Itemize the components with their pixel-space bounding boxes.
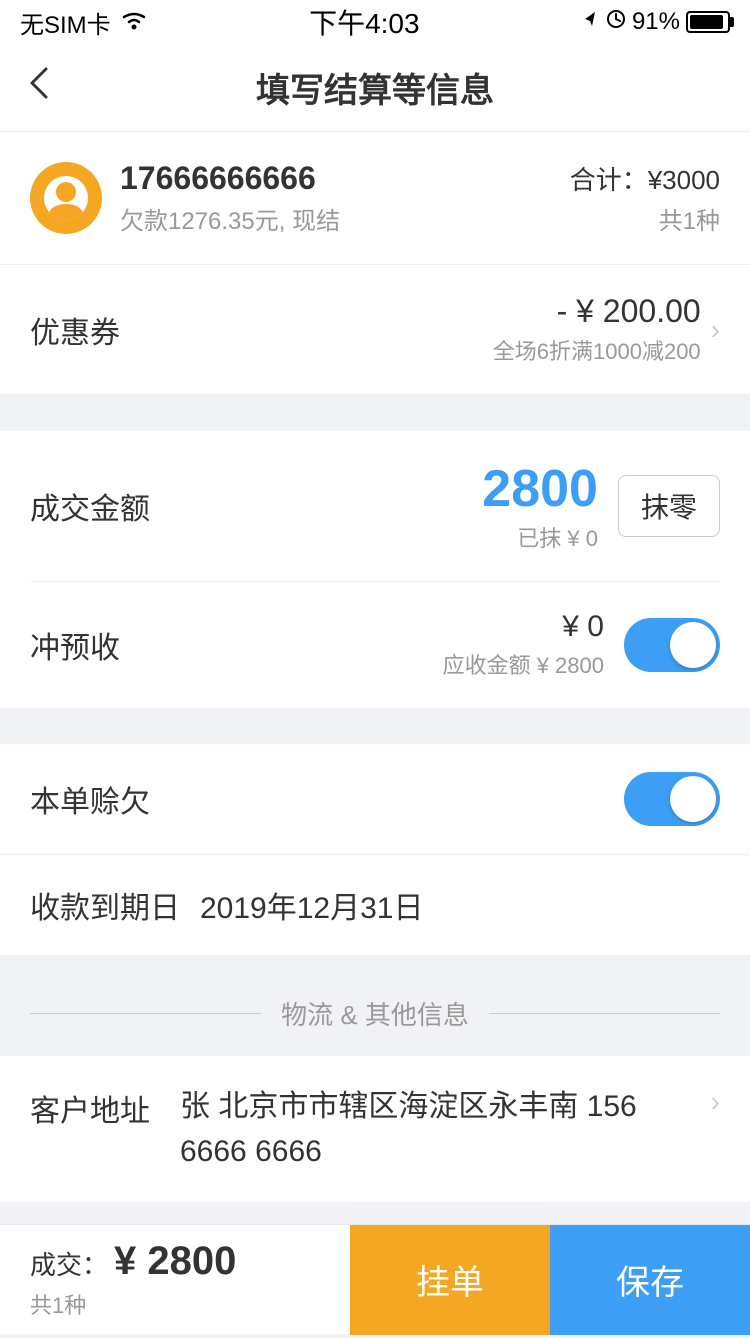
status-bar-left: 无SIM卡 [20, 5, 149, 40]
status-bar-time: 下午4:03 [309, 2, 420, 42]
coupon-discount: - ¥ 200.00 全场6折满1000减200 [493, 293, 701, 366]
user-info-card: 17666666666 欠款1276.35元, 现结 合计：¥3000 共1种 … [0, 132, 750, 395]
bottom-summary: 成交： ¥ 2800 共1种 [0, 1239, 350, 1320]
location-icon [580, 8, 600, 36]
amount-label: 成交金额 [30, 484, 150, 528]
back-button[interactable] [28, 65, 50, 110]
user-phone: 17666666666 [120, 160, 340, 197]
prepay-value: ¥ 0 [443, 610, 604, 644]
prepay-right: ¥ 0 应收金额 ¥ 2800 [443, 610, 720, 680]
amount-sub: 已抹 ¥ 0 [482, 521, 598, 553]
address-value: 张 北京市市辖区海淀区永丰南 156 6666 6666 [160, 1084, 701, 1174]
toggle-knob [670, 622, 716, 668]
content-area: 17666666666 欠款1276.35元, 现结 合计：¥3000 共1种 … [0, 132, 750, 1338]
due-date-row: 收款到期日 2019年12月31日 [0, 855, 750, 955]
amount-value: 2800 [482, 459, 598, 519]
user-info-row: 17666666666 欠款1276.35元, 现结 合计：¥3000 共1种 [0, 132, 750, 265]
avatar-icon [44, 176, 88, 220]
bottom-deal: 成交： ¥ 2800 [30, 1239, 320, 1284]
save-button[interactable]: 保存 [550, 1225, 750, 1335]
avatar [30, 162, 102, 234]
debt-toggle-knob [670, 776, 716, 822]
address-label: 客户地址 [30, 1086, 150, 1130]
carrier-text: 无SIM卡 [20, 5, 111, 40]
save-button-label: 保存 [616, 1255, 684, 1304]
bottom-bar: 成交： ¥ 2800 共1种 挂单 保存 [0, 1224, 750, 1334]
amount-right: 2800 已抹 ¥ 0 抹零 [482, 459, 720, 553]
status-bar-right: 91% [580, 8, 730, 36]
battery-text: 91% [632, 8, 680, 36]
bottom-deal-amount: ¥ 2800 [114, 1239, 236, 1284]
amount-value-block: 2800 已抹 ¥ 0 [482, 459, 598, 553]
total-label: 合计：¥3000 [570, 160, 720, 197]
user-sub: 欠款1276.35元, 现结 [120, 201, 340, 236]
coupon-label: 优惠券 [30, 308, 120, 352]
prepay-sub: 应收金额 ¥ 2800 [443, 648, 604, 680]
battery-icon [686, 11, 730, 33]
section-divider-2 [0, 708, 750, 728]
hold-button[interactable]: 挂单 [350, 1225, 550, 1335]
amount-section: 成交金额 2800 已抹 ¥ 0 抹零 [0, 431, 750, 582]
due-date-label: 收款到期日 [30, 883, 180, 927]
logistics-line-right [489, 1013, 720, 1014]
coupon-right: - ¥ 200.00 全场6折满1000减200 › [493, 293, 720, 366]
debt-label: 本单赊欠 [30, 777, 150, 821]
nav-bar: 填写结算等信息 [0, 44, 750, 132]
prepay-label: 冲预收 [30, 623, 120, 667]
due-date-value: 2019年12月31日 [200, 883, 423, 927]
coupon-amount: - ¥ 200.00 [493, 293, 701, 330]
debt-section: 本单赊欠 [0, 744, 750, 855]
status-bar: 无SIM卡 下午4:03 91% [0, 0, 750, 44]
coupon-row[interactable]: 优惠券 - ¥ 200.00 全场6折满1000减200 › [0, 265, 750, 395]
user-details: 17666666666 欠款1276.35元, 现结 [120, 160, 340, 236]
coupon-chevron-icon: › [711, 314, 720, 346]
wifi-icon [119, 8, 149, 37]
prepay-toggle[interactable] [624, 618, 720, 672]
logistics-title: 物流 & 其他信息 [281, 995, 469, 1032]
coupon-desc: 全场6折满1000减200 [493, 334, 701, 366]
round-button[interactable]: 抹零 [618, 475, 720, 537]
logistics-header: 物流 & 其他信息 [0, 971, 750, 1056]
clock-icon [606, 8, 626, 36]
logistics-line-left [30, 1013, 261, 1014]
bottom-count: 共1种 [30, 1288, 320, 1320]
prepay-row: 冲预收 ¥ 0 应收金额 ¥ 2800 [0, 582, 750, 708]
amount-row: 成交金额 2800 已抹 ¥ 0 抹零 [30, 431, 720, 582]
hold-button-label: 挂单 [416, 1255, 484, 1304]
total-count: 共1种 [570, 201, 720, 236]
bottom-deal-label: 成交： [30, 1245, 108, 1282]
debt-toggle[interactable] [624, 772, 720, 826]
user-total: 合计：¥3000 共1种 [570, 160, 720, 236]
section-divider-1 [0, 411, 750, 431]
prepay-value-block: ¥ 0 应收金额 ¥ 2800 [443, 610, 604, 680]
page-title: 填写结算等信息 [256, 63, 494, 112]
address-chevron-icon: › [711, 1086, 720, 1118]
user-info-left: 17666666666 欠款1276.35元, 现结 [30, 160, 340, 236]
address-row[interactable]: 客户地址 张 北京市市辖区海淀区永丰南 156 6666 6666 › [0, 1056, 750, 1202]
